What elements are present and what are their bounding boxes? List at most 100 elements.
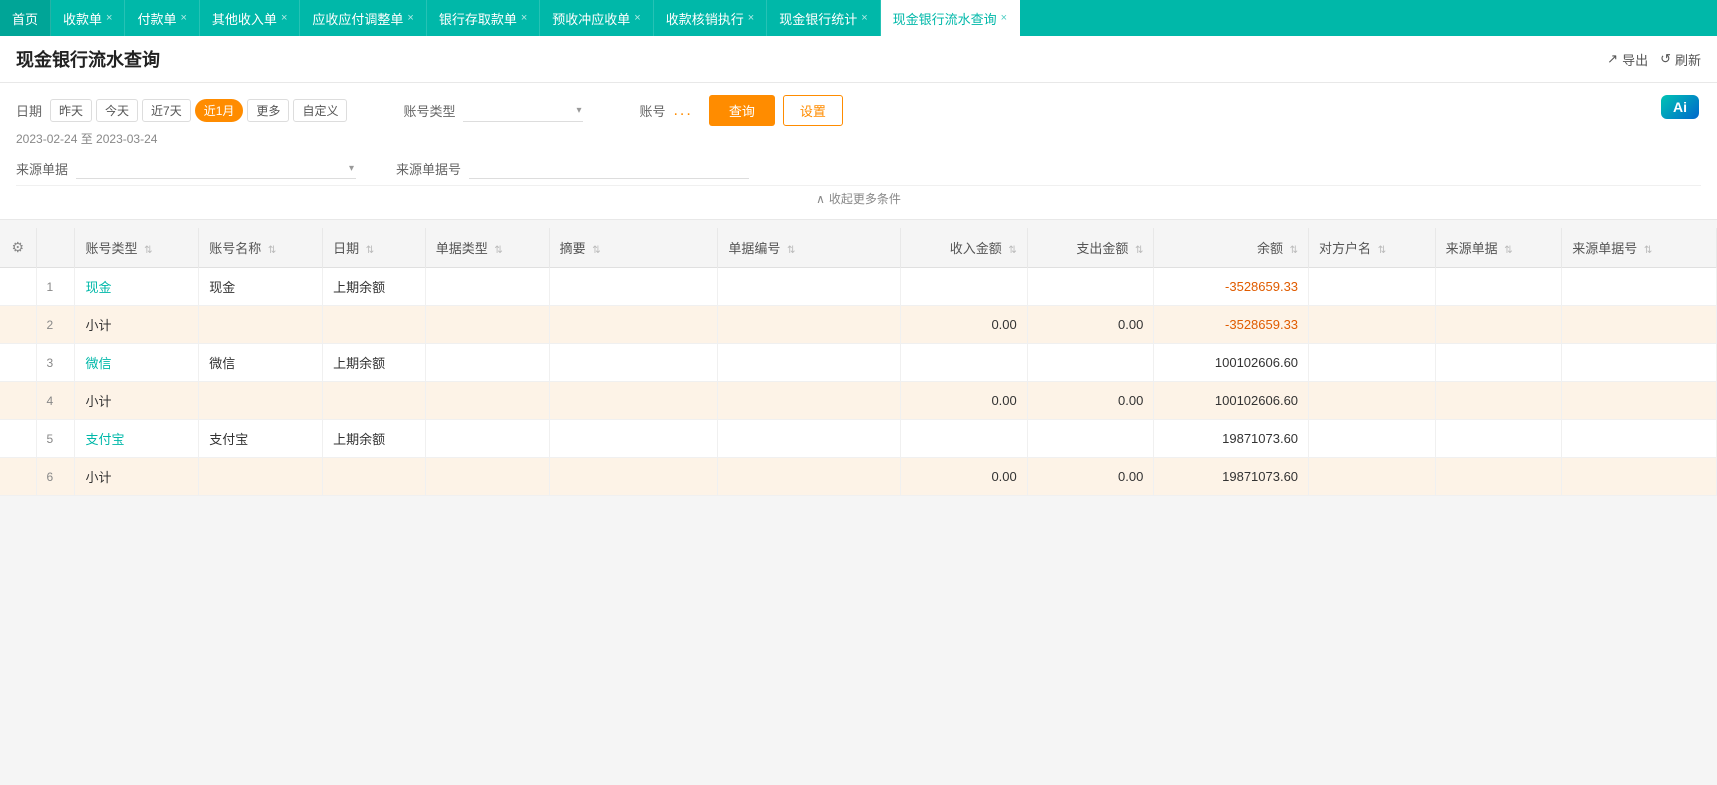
close-icon[interactable]: × [861, 12, 867, 24]
cell-account-type: 小计 [75, 382, 199, 420]
top-nav: 首页 收款单 × 付款单 × 其他收入单 × 应收应付调整单 × 银行存取款单 … [0, 0, 1717, 36]
cell-expense [1027, 420, 1154, 458]
date-btn-7days[interactable]: 近7天 [142, 99, 191, 122]
close-icon[interactable]: × [407, 12, 413, 24]
nav-item-advance[interactable]: 预收冲应收单 × [540, 0, 653, 36]
cell-expense [1027, 344, 1154, 382]
header-actions: ↗ 导出 ↺ 刷新 [1607, 50, 1701, 69]
nav-item-payment[interactable]: 付款单 × [125, 0, 199, 36]
cell-account-type[interactable]: 微信 [75, 344, 199, 382]
nav-item-other-income[interactable]: 其他收入单 × [200, 0, 300, 36]
cell-expense: 0.00 [1027, 382, 1154, 420]
table-row: 5支付宝支付宝上期余额19871073.60 [0, 420, 1717, 458]
date-filter-group: 日期 昨天 今天 近7天 近1月 更多 自定义 [16, 99, 347, 122]
close-icon[interactable]: × [521, 12, 527, 24]
source-doc-label: 来源单据 [16, 159, 68, 178]
table-row: 4小计0.000.00100102606.60 [0, 382, 1717, 420]
cell-expense: 0.00 [1027, 458, 1154, 496]
page-title: 现金银行流水查询 [16, 46, 160, 72]
nav-item-stats[interactable]: 现金银行统计 × [767, 0, 880, 36]
source-doc-group: 来源单据 ▾ [16, 157, 356, 179]
cell-date [323, 458, 426, 496]
col-balance: 余额 ⇅ [1154, 228, 1309, 268]
date-btn-today[interactable]: 今天 [96, 99, 138, 122]
cell-account-type: 小计 [75, 306, 199, 344]
account-dots-button[interactable]: ... [673, 102, 692, 120]
sort-icon[interactable]: ⇅ [1135, 245, 1143, 256]
filter-area: 日期 昨天 今天 近7天 近1月 更多 自定义 账号类型 [0, 83, 1717, 220]
date-btn-custom[interactable]: 自定义 [293, 99, 347, 122]
refresh-icon: ↺ [1660, 51, 1671, 67]
cell-income: 0.00 [901, 306, 1028, 344]
sort-icon[interactable]: ⇅ [787, 245, 795, 256]
sort-icon[interactable]: ⇅ [1290, 245, 1298, 256]
nav-item-collection[interactable]: 收款核销执行 × [654, 0, 767, 36]
account-group: 账号 ... [639, 101, 692, 120]
cell-account-type: 小计 [75, 458, 199, 496]
sort-icon[interactable]: ⇅ [268, 245, 276, 256]
sort-icon[interactable]: ⇅ [1378, 245, 1386, 256]
cell-account-type[interactable]: 支付宝 [75, 420, 199, 458]
cell-settings [0, 306, 36, 344]
export-button[interactable]: ↗ 导出 [1607, 50, 1648, 69]
sort-icon[interactable]: ⇅ [366, 245, 374, 256]
cell-index: 5 [36, 420, 75, 458]
source-doc-select[interactable] [76, 157, 356, 179]
cell-source-doc [1435, 306, 1562, 344]
sort-icon[interactable]: ⇅ [1504, 245, 1512, 256]
date-btn-more[interactable]: 更多 [247, 99, 289, 122]
collapse-bar[interactable]: ∧ 收起更多条件 [16, 185, 1701, 207]
table-row: 3微信微信上期余额100102606.60 [0, 344, 1717, 382]
sort-icon[interactable]: ⇅ [144, 245, 152, 256]
cell-expense: 0.00 [1027, 306, 1154, 344]
cell-settings [0, 420, 36, 458]
cell-voucher-no [718, 268, 901, 306]
cell-summary [549, 420, 718, 458]
settings-button[interactable]: 设置 [783, 95, 843, 126]
nav-item-flow-query[interactable]: 现金银行流水查询 × [881, 0, 1020, 36]
nav-item-home[interactable]: 首页 [0, 0, 51, 36]
refresh-button[interactable]: ↺ 刷新 [1660, 50, 1701, 69]
source-doc-select-wrapper: ▾ [76, 157, 356, 179]
source-doc-no-input[interactable] [469, 157, 749, 179]
cell-balance: 19871073.60 [1154, 420, 1309, 458]
sort-icon[interactable]: ⇅ [592, 245, 600, 256]
nav-item-bank-deposit[interactable]: 银行存取款单 × [427, 0, 540, 36]
col-voucher-no: 单据编号 ⇅ [718, 228, 901, 268]
close-icon[interactable]: × [281, 12, 287, 24]
date-range-display: 2023-02-24 至 2023-03-24 [16, 130, 843, 147]
chevron-up-icon: ∧ [816, 192, 825, 206]
date-btn-yesterday[interactable]: 昨天 [50, 99, 92, 122]
close-icon[interactable]: × [634, 12, 640, 24]
filter-actions: 查询 设置 [709, 95, 843, 126]
sort-icon[interactable]: ⇅ [494, 245, 502, 256]
account-type-label: 账号类型 [403, 101, 455, 120]
sort-icon[interactable]: ⇅ [1644, 245, 1652, 256]
account-type-select[interactable] [463, 100, 583, 122]
cell-balance: 100102606.60 [1154, 382, 1309, 420]
col-source-doc: 来源单据 ⇅ [1435, 228, 1562, 268]
nav-item-receipt[interactable]: 收款单 × [51, 0, 125, 36]
ai-badge[interactable]: Ai [1661, 95, 1699, 119]
cell-balance: -3528659.33 [1154, 268, 1309, 306]
gear-icon[interactable]: ⚙ [11, 239, 24, 255]
cell-settings [0, 268, 36, 306]
date-buttons: 昨天 今天 近7天 近1月 更多 自定义 [50, 99, 347, 122]
account-type-group: 账号类型 ▾ [403, 100, 583, 122]
table-row: 6小计0.000.0019871073.60 [0, 458, 1717, 496]
cell-account-type[interactable]: 现金 [75, 268, 199, 306]
cell-expense [1027, 268, 1154, 306]
close-icon[interactable]: × [180, 12, 186, 24]
cell-voucher-type [425, 268, 549, 306]
close-icon[interactable]: × [106, 12, 112, 24]
sort-icon[interactable]: ⇅ [1008, 245, 1016, 256]
col-expense: 支出金额 ⇅ [1027, 228, 1154, 268]
close-icon[interactable]: × [748, 12, 754, 24]
cell-source-doc [1435, 458, 1562, 496]
date-btn-1month[interactable]: 近1月 [195, 99, 244, 122]
cell-summary [549, 306, 718, 344]
cell-source-doc-no [1562, 458, 1717, 496]
close-icon[interactable]: × [1001, 12, 1007, 24]
query-button[interactable]: 查询 [709, 95, 775, 126]
nav-item-adjustment[interactable]: 应收应付调整单 × [300, 0, 426, 36]
